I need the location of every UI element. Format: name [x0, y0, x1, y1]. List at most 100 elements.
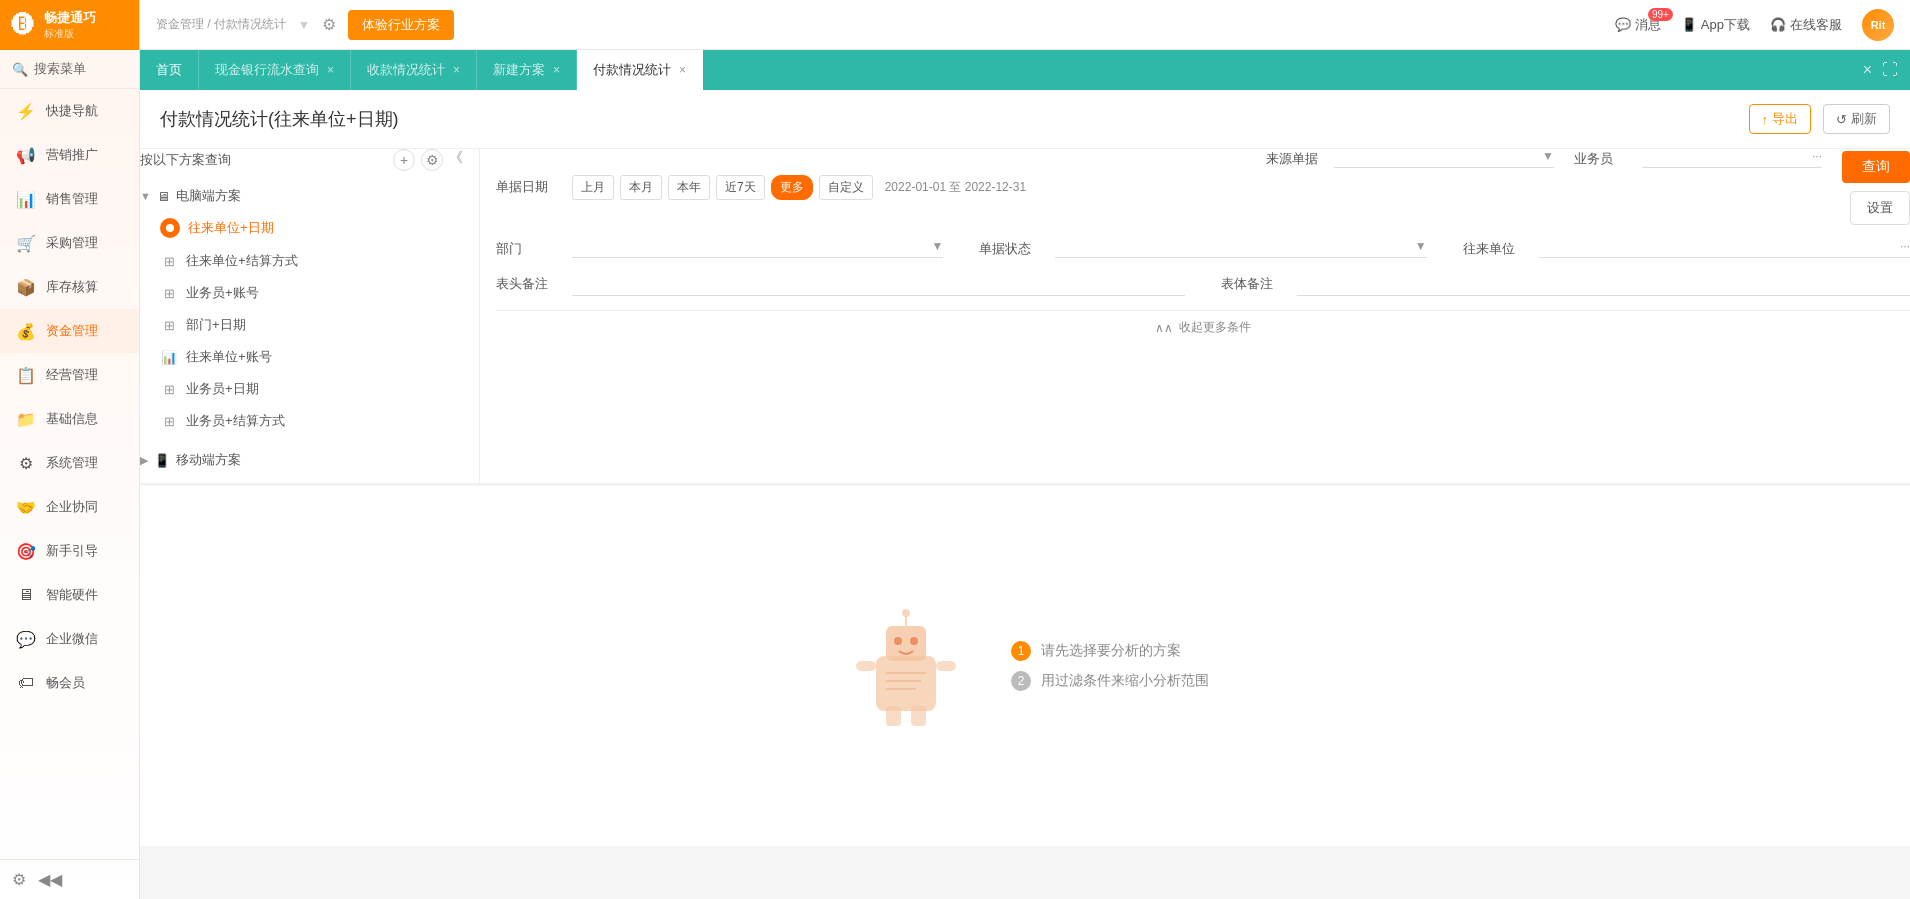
- body-note-input[interactable]: [1297, 272, 1910, 296]
- footer-settings-icon[interactable]: ⚙: [12, 870, 26, 889]
- date-btn-custom[interactable]: 自定义: [819, 175, 873, 200]
- scheme-item-label: 业务员+结算方式: [186, 412, 285, 430]
- export-btn[interactable]: ↑ 导出: [1749, 104, 1812, 134]
- filter-settings-btn[interactable]: 设置: [1850, 191, 1910, 225]
- topbar-msg[interactable]: 💬 消息 99+: [1615, 16, 1661, 34]
- guide-icon: 🎯: [16, 541, 36, 561]
- table-icon: ⊞: [160, 412, 178, 430]
- tab-cash-flow[interactable]: 现金银行流水查询 ×: [199, 50, 351, 90]
- scheme-item-partner-date[interactable]: 往来单位+日期: [140, 211, 463, 245]
- tab-collection-close[interactable]: ×: [453, 63, 460, 77]
- scheme-item-label: 业务员+账号: [186, 284, 259, 302]
- scheme-item-label: 往来单位+账号: [186, 348, 272, 366]
- header-note-input[interactable]: [572, 272, 1185, 296]
- date-btn-7days[interactable]: 近7天: [716, 175, 765, 200]
- scheme-group-mobile-header[interactable]: ▶ 📱 移动端方案: [140, 445, 463, 475]
- sidebar-item-member[interactable]: 🏷 畅会员: [0, 661, 139, 705]
- tab-payment-stats-close[interactable]: ×: [679, 63, 686, 77]
- refresh-btn[interactable]: ↺ 刷新: [1823, 104, 1890, 134]
- sidebar-item-guide[interactable]: 🎯 新手引导: [0, 529, 139, 573]
- query-btn[interactable]: 查询: [1842, 151, 1910, 183]
- scheme-item-partner-settle[interactable]: ⊞ 往来单位+结算方式: [140, 245, 463, 277]
- date-options: 上月 本月 本年 近7天 更多 自定义 2022-01-01 至 2022-12…: [572, 175, 1026, 200]
- filter-scheme-area: 按以下方案查询 + ⚙ 《: [140, 149, 1910, 484]
- scheme-item-dept-date[interactable]: ⊞ 部门+日期: [140, 309, 463, 341]
- date-btn-last-month[interactable]: 上月: [572, 175, 614, 200]
- window-close-icon[interactable]: ×: [1863, 61, 1872, 79]
- trial-btn[interactable]: 体验行业方案: [348, 10, 454, 40]
- sidebar-search[interactable]: 🔍 搜索菜单: [0, 50, 139, 89]
- scheme-item-staff-account[interactable]: ⊞ 业务员+账号: [140, 277, 463, 309]
- scheme-item-label: 往来单位+日期: [188, 219, 274, 237]
- table-icon: ⊞: [160, 284, 178, 302]
- sidebar-label: 快捷导航: [46, 102, 98, 120]
- sidebar-label: 库存核算: [46, 278, 98, 296]
- topbar-service[interactable]: 🎧 在线客服: [1770, 16, 1842, 34]
- sidebar-item-wechat[interactable]: 💬 企业微信: [0, 617, 139, 661]
- tab-new-scheme-close[interactable]: ×: [553, 63, 560, 77]
- scheme-item-staff-settle[interactable]: ⊞ 业务员+结算方式: [140, 405, 463, 437]
- scheme-item-partner-account[interactable]: 📊 往来单位+账号: [140, 341, 463, 373]
- staff-select[interactable]: ···: [1642, 149, 1822, 168]
- tab-cash-flow-close[interactable]: ×: [327, 63, 334, 77]
- basic-icon: 📁: [16, 409, 36, 429]
- sidebar-item-enterprise[interactable]: 🤝 企业协同: [0, 485, 139, 529]
- active-circle: [160, 218, 180, 238]
- sidebar-item-purchase[interactable]: 🛒 采购管理: [0, 221, 139, 265]
- svg-rect-0: [876, 656, 936, 711]
- collapse-arrow-icon: ∧∧: [1155, 321, 1173, 335]
- user-avatar[interactable]: Rit: [1862, 9, 1894, 41]
- dept-select[interactable]: ▼: [572, 239, 943, 258]
- msg-icon: 💬: [1615, 17, 1631, 32]
- date-range: 2022-01-01 至 2022-12-31: [885, 179, 1026, 196]
- tab-home-label: 首页: [156, 61, 182, 79]
- sidebar-item-basic[interactable]: 📁 基础信息: [0, 397, 139, 441]
- sidebar-item-marketing[interactable]: 📢 营销推广: [0, 133, 139, 177]
- sidebar-item-inventory[interactable]: 📦 库存核算: [0, 265, 139, 309]
- page-title: 付款情况统计(往来单位+日期): [160, 107, 399, 131]
- window-maximize-icon[interactable]: ⛶: [1882, 61, 1898, 79]
- footer-collapse-icon[interactable]: ◀◀: [38, 870, 62, 889]
- bill-status-select[interactable]: ▼: [1055, 239, 1426, 258]
- sidebar-item-system[interactable]: ⚙ 系统管理: [0, 441, 139, 485]
- sidebar-item-capital[interactable]: 💰 资金管理: [0, 309, 139, 353]
- sidebar-item-hardware[interactable]: 🖥 智能硬件: [0, 573, 139, 617]
- sidebar-label: 基础信息: [46, 410, 98, 428]
- partner-dots[interactable]: ···: [1900, 239, 1910, 253]
- partner-select[interactable]: ···: [1539, 239, 1910, 258]
- marketing-icon: 📢: [16, 145, 36, 165]
- sidebar-label: 企业微信: [46, 630, 98, 648]
- tab-new-scheme[interactable]: 新建方案 ×: [477, 50, 577, 90]
- topbar-app-download[interactable]: 📱 App下载: [1681, 16, 1750, 34]
- scheme-collapse-btn[interactable]: 《: [449, 149, 463, 171]
- enterprise-icon: 🤝: [16, 497, 36, 517]
- date-btn-more[interactable]: 更多: [771, 175, 813, 200]
- search-label: 搜索菜单: [34, 60, 86, 78]
- system-icon: ⚙: [16, 453, 36, 473]
- collapse-btn[interactable]: ∧∧ 收起更多条件: [496, 310, 1910, 344]
- sidebar-item-operation[interactable]: 📋 经营管理: [0, 353, 139, 397]
- scheme-settings-btn[interactable]: ⚙: [421, 149, 443, 171]
- add-icon: +: [400, 152, 408, 168]
- staff-dots[interactable]: ···: [1812, 149, 1822, 163]
- date-btn-this-month[interactable]: 本月: [620, 175, 662, 200]
- sidebar-item-quick-nav[interactable]: ⚡ 快捷导航: [0, 89, 139, 133]
- source-select[interactable]: ▼: [1334, 149, 1554, 168]
- page-actions: ↑ 导出 ↺ 刷新: [1749, 104, 1891, 134]
- table-icon: ⊞: [160, 316, 178, 334]
- tip-2-text: 用过滤条件来缩小分析范围: [1041, 672, 1209, 690]
- tab-collection[interactable]: 收款情况统计 ×: [351, 50, 477, 90]
- topbar-settings-icon[interactable]: ⚙: [322, 15, 336, 34]
- filter-row-1: 单据日期 上月 本月 本年 近7天 更多 自定义 2022-01-01 至 20…: [496, 149, 1910, 225]
- tab-home[interactable]: 首页: [140, 50, 199, 90]
- date-btn-this-year[interactable]: 本年: [668, 175, 710, 200]
- tab-payment-stats[interactable]: 付款情况统计 ×: [577, 50, 703, 90]
- date-label: 单据日期: [496, 178, 556, 196]
- sidebar-label: 新手引导: [46, 542, 98, 560]
- sidebar-label: 智能硬件: [46, 586, 98, 604]
- scheme-item-staff-date[interactable]: ⊞ 业务员+日期: [140, 373, 463, 405]
- scheme-add-btn[interactable]: +: [393, 149, 415, 171]
- scheme-group-desktop-header[interactable]: ▼ 🖥 电脑端方案: [140, 181, 463, 211]
- sidebar-item-sales[interactable]: 📊 销售管理: [0, 177, 139, 221]
- tab-payment-stats-label: 付款情况统计: [593, 61, 671, 79]
